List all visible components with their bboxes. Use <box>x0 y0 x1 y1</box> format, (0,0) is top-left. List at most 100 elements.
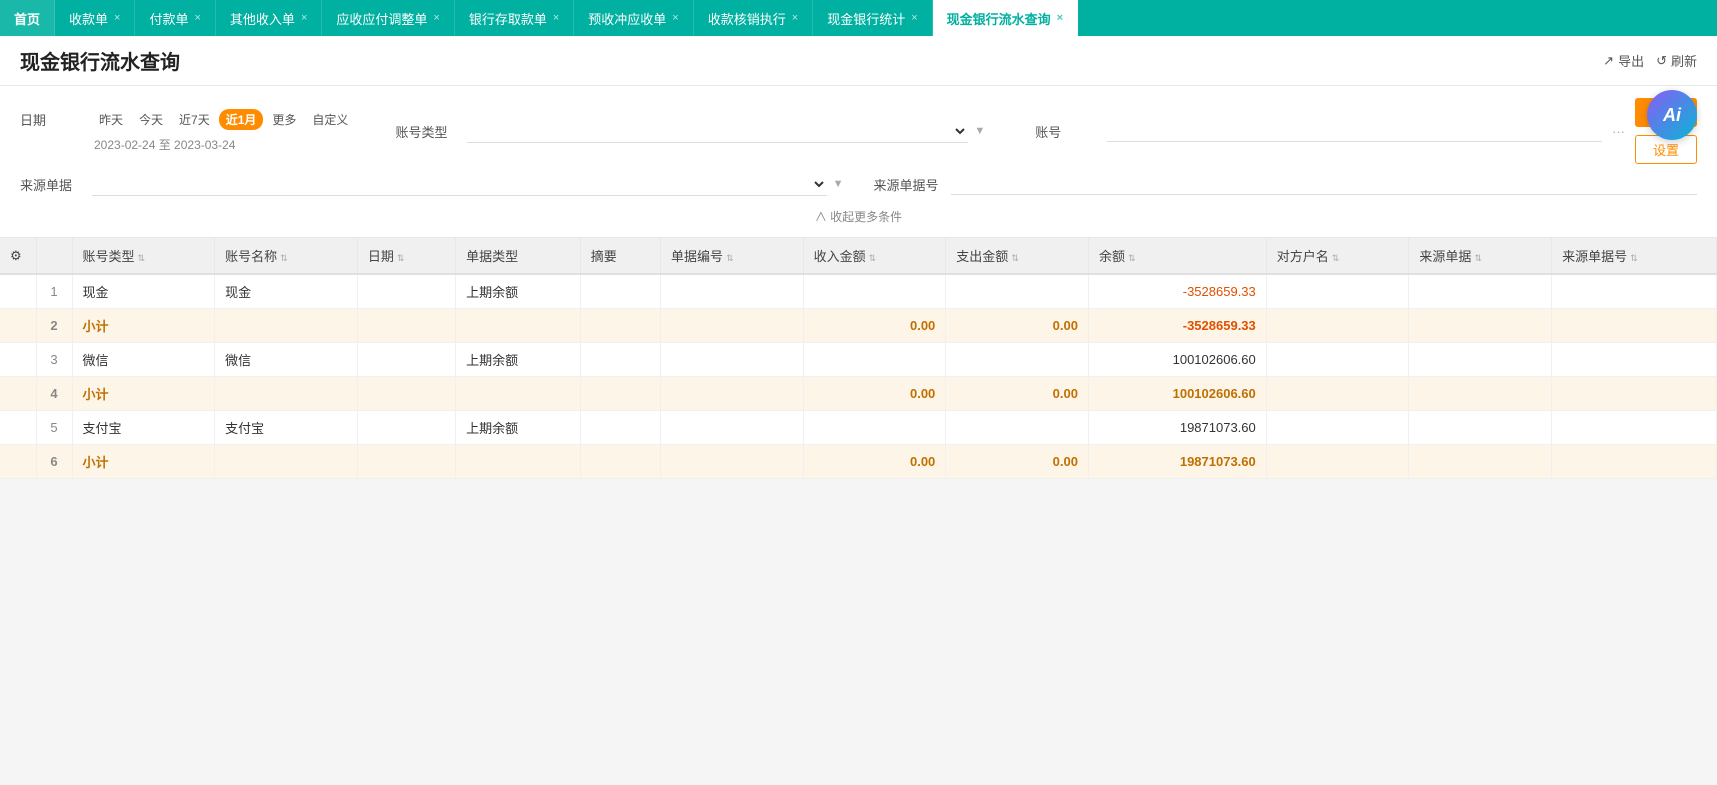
date-option-近7天[interactable]: 近7天 <box>172 109 217 130</box>
nav-item-other-income[interactable]: 其他收入单× <box>216 0 322 36</box>
date-option-自定义[interactable]: 自定义 <box>305 109 355 130</box>
table-row[interactable]: 5支付宝支付宝上期余额19871073.60 <box>0 411 1717 445</box>
source-doc-select[interactable] <box>92 172 827 196</box>
date-option-昨天[interactable]: 昨天 <box>92 109 130 130</box>
refresh-icon: ↺ <box>1656 53 1667 69</box>
top-nav: 首页收款单×付款单×其他收入单×应收应付调整单×银行存取款单×预收冲应收单×收款… <box>0 0 1717 36</box>
cell-counterpart <box>1266 274 1409 309</box>
close-icon[interactable]: × <box>792 12 798 24</box>
close-icon[interactable]: × <box>553 12 559 24</box>
source-doc-chevron-icon: ▼ <box>833 178 844 190</box>
sort-icon-doc_no: ⇅ <box>726 253 734 263</box>
cell-counterpart <box>1266 343 1409 377</box>
cell-account_type: 支付宝 <box>72 411 215 445</box>
cell-expense: 0.00 <box>946 445 1089 479</box>
close-icon[interactable]: × <box>911 12 917 24</box>
header-actions: ↗ 导出 ↺ 刷新 <box>1603 51 1697 70</box>
close-icon[interactable]: × <box>433 12 439 24</box>
refresh-button[interactable]: ↺ 刷新 <box>1656 51 1697 70</box>
table-row[interactable]: 4小计0.000.00100102606.60 <box>0 377 1717 411</box>
cell-doc_no <box>660 309 803 343</box>
cell-income: 0.00 <box>803 377 946 411</box>
cell-source_doc_no <box>1552 377 1717 411</box>
date-option-更多[interactable]: 更多 <box>265 109 303 130</box>
cell-doc_type: 上期余额 <box>456 274 581 309</box>
nav-item-prepay-offset[interactable]: 预收冲应收单× <box>574 0 693 36</box>
nav-item-home[interactable]: 首页 <box>0 0 55 36</box>
table-header: ⚙账号类型⇅账号名称⇅日期⇅单据类型摘要单据编号⇅收入金额⇅支出金额⇅余额⇅对方… <box>0 238 1717 274</box>
account-type-filter: 账号类型 现金 微信 支付宝 ▼ <box>395 119 985 143</box>
table-container: ⚙账号类型⇅账号名称⇅日期⇅单据类型摘要单据编号⇅收入金额⇅支出金额⇅余额⇅对方… <box>0 238 1717 479</box>
col-header-doc_type: 单据类型 <box>456 238 581 274</box>
account-type-label: 账号类型 <box>395 122 455 141</box>
cell-date <box>357 377 455 411</box>
source-doc-no-label: 来源单据号 <box>874 175 939 194</box>
close-icon[interactable]: × <box>672 12 678 24</box>
nav-item-cash-bank-flow[interactable]: 现金银行流水查询× <box>933 0 1078 36</box>
source-doc-label: 来源单据 <box>20 175 80 194</box>
header-row: ⚙账号类型⇅账号名称⇅日期⇅单据类型摘要单据编号⇅收入金额⇅支出金额⇅余额⇅对方… <box>0 238 1717 274</box>
sort-icon-counterpart: ⇅ <box>1332 253 1340 263</box>
cell-expense <box>946 411 1089 445</box>
nav-item-cash-bank-stats[interactable]: 现金银行统计× <box>813 0 932 36</box>
export-button[interactable]: ↗ 导出 <box>1603 51 1644 70</box>
col-header-expense[interactable]: 支出金额⇅ <box>946 238 1089 274</box>
cell-source_doc_no <box>1552 309 1717 343</box>
cell-balance: -3528659.33 <box>1088 274 1266 309</box>
table-row[interactable]: 6小计0.000.0019871073.60 <box>0 445 1717 479</box>
col-header-date[interactable]: 日期⇅ <box>357 238 455 274</box>
table-row[interactable]: 1现金现金上期余额-3528659.33 <box>0 274 1717 309</box>
page-title: 现金银行流水查询 <box>20 46 180 75</box>
cell-income <box>803 343 946 377</box>
filter-row-2: 来源单据 ▼ 来源单据号 <box>20 172 1697 196</box>
col-header-source_doc[interactable]: 来源单据⇅ <box>1409 238 1552 274</box>
close-icon[interactable]: × <box>194 12 200 24</box>
cell-account_name <box>215 445 358 479</box>
cell-source_doc <box>1409 274 1552 309</box>
data-table: ⚙账号类型⇅账号名称⇅日期⇅单据类型摘要单据编号⇅收入金额⇅支出金额⇅余额⇅对方… <box>0 238 1717 479</box>
cell-account_type: 小计 <box>72 445 215 479</box>
close-icon[interactable]: × <box>114 12 120 24</box>
date-label: 日期 <box>20 110 80 129</box>
col-header-doc_no[interactable]: 单据编号⇅ <box>660 238 803 274</box>
nav-item-receipt[interactable]: 收款单× <box>55 0 135 36</box>
cell-summary <box>580 309 660 343</box>
cell-source_doc <box>1409 411 1552 445</box>
close-icon[interactable]: × <box>1057 12 1063 24</box>
cell-source_doc <box>1409 309 1552 343</box>
nav-item-ar-ap-adjust[interactable]: 应收应付调整单× <box>322 0 454 36</box>
cell-source_doc_no <box>1552 343 1717 377</box>
col-header-account_type[interactable]: 账号类型⇅ <box>72 238 215 274</box>
account-type-select[interactable]: 现金 微信 支付宝 <box>467 119 968 143</box>
cell-date <box>357 411 455 445</box>
source-doc-no-input[interactable] <box>951 173 1697 195</box>
close-icon[interactable]: × <box>301 12 307 24</box>
cell-expense <box>946 274 1089 309</box>
cell-account_name <box>215 377 358 411</box>
col-header-counterpart[interactable]: 对方户名⇅ <box>1266 238 1409 274</box>
col-header-source_doc_no[interactable]: 来源单据号⇅ <box>1552 238 1717 274</box>
date-option-今天[interactable]: 今天 <box>132 109 170 130</box>
account-input[interactable] <box>1107 120 1602 142</box>
nav-item-receipt-verify[interactable]: 收款核销执行× <box>694 0 813 36</box>
col-header-balance[interactable]: 余额⇅ <box>1088 238 1266 274</box>
source-doc-no-filter: 来源单据号 <box>874 173 1698 195</box>
nav-item-bank-deposit[interactable]: 银行存取款单× <box>455 0 574 36</box>
col-header-income[interactable]: 收入金额⇅ <box>803 238 946 274</box>
sort-icon-balance: ⇅ <box>1128 253 1136 263</box>
account-filter: 账号 ··· <box>1035 120 1625 142</box>
collapse-bar[interactable]: ∧ 收起更多条件 <box>20 204 1697 229</box>
date-option-近1月[interactable]: 近1月 <box>219 109 264 130</box>
cell-counterpart <box>1266 411 1409 445</box>
cell-expense <box>946 343 1089 377</box>
table-row[interactable]: 3微信微信上期余额100102606.60 <box>0 343 1717 377</box>
nav-item-payment[interactable]: 付款单× <box>135 0 215 36</box>
cell-source_doc <box>1409 343 1552 377</box>
ai-assistant-button[interactable]: Ai <box>1647 90 1697 140</box>
more-options-icon[interactable]: ··· <box>1612 124 1625 139</box>
table-row[interactable]: 2小计0.000.00-3528659.33 <box>0 309 1717 343</box>
cell-doc_type: 上期余额 <box>456 411 581 445</box>
cell-expense: 0.00 <box>946 377 1089 411</box>
cell-account_type: 小计 <box>72 377 215 411</box>
col-header-account_name[interactable]: 账号名称⇅ <box>215 238 358 274</box>
